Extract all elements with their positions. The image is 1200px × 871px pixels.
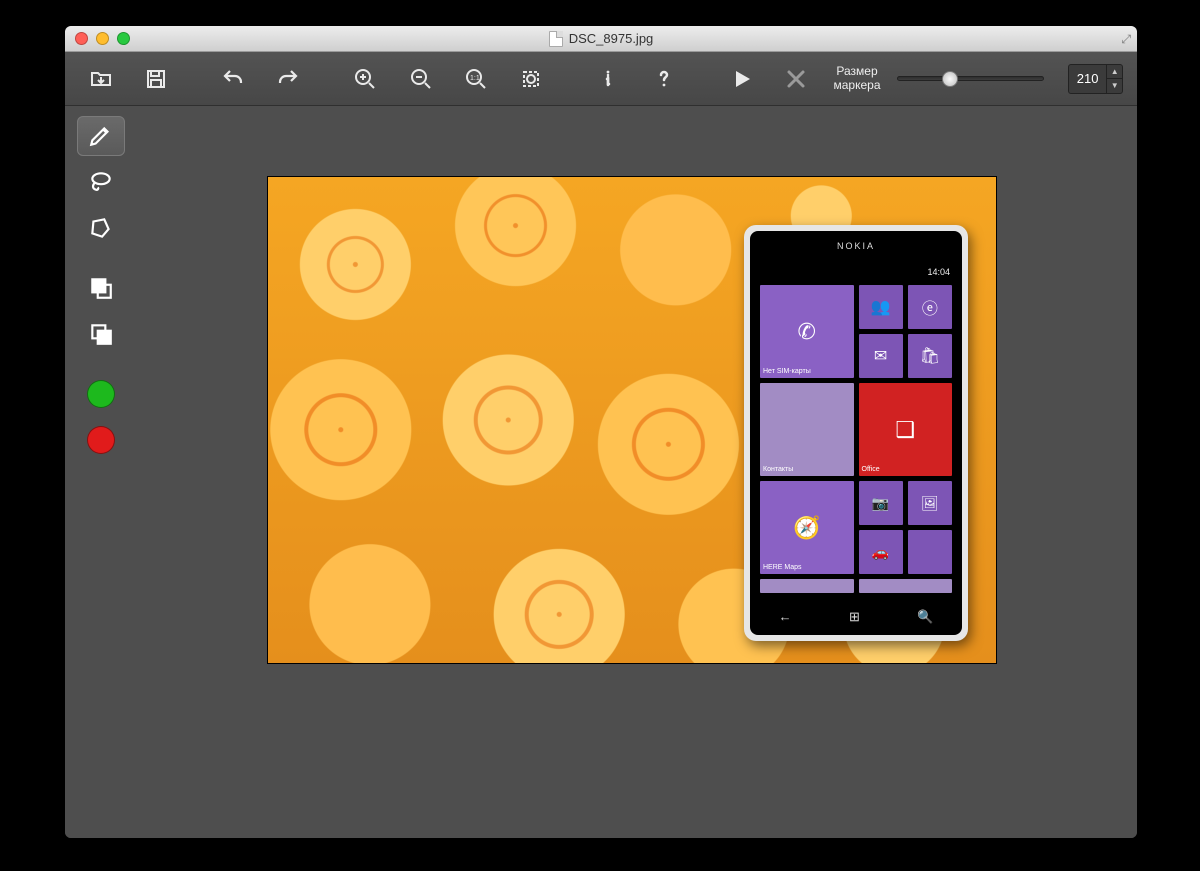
window-controls [65, 32, 130, 45]
redo-button[interactable] [267, 61, 310, 97]
help-button[interactable] [642, 61, 685, 97]
phone-tile-people: 👥 [859, 285, 903, 329]
polygon-tool[interactable] [77, 208, 125, 248]
marker-size-stepper[interactable]: 210 ▲ ▼ [1068, 64, 1123, 94]
phone-tile-photos: 🖼 [908, 481, 952, 525]
phone-time-label: 14:04 [927, 267, 950, 277]
marker-size-label: Размер маркера [830, 65, 885, 93]
window-title: DSC_8975.jpg [569, 31, 654, 46]
fit-screen-button[interactable] [510, 61, 553, 97]
phone-tile-mail: ✉ [859, 334, 903, 378]
info-button[interactable] [587, 61, 630, 97]
marker-tool[interactable] [77, 116, 125, 156]
minimize-window-button[interactable] [96, 32, 109, 45]
office-icon: ❑ [859, 383, 953, 476]
mail-icon: ✉ [859, 334, 903, 378]
store-icon: 🛍 [908, 334, 952, 378]
car-icon: 🚗 [859, 530, 903, 574]
file-icon [549, 31, 563, 47]
lasso-tool[interactable] [77, 162, 125, 202]
save-button[interactable] [134, 61, 177, 97]
stepper-down-icon[interactable]: ▼ [1107, 79, 1122, 93]
compass-icon: 🧭 [760, 481, 854, 574]
phone-tile-contacts: Контакты [760, 383, 854, 476]
cancel-button[interactable] [774, 61, 817, 97]
svg-text:1:1: 1:1 [470, 75, 480, 82]
top-toolbar: 1:1 Размер маркера 210 ▲ ▼ [65, 52, 1137, 106]
title-bar: DSC_8975.jpg ⤢ [65, 26, 1137, 52]
phone-brand-label: NOKIA [750, 241, 962, 251]
image-canvas[interactable]: NOKIA 14:04 ✆ Нет SIM-карты 👥 ⓔ ✉ 🛍 [267, 176, 997, 664]
marker-size-slider[interactable] [897, 70, 1044, 88]
zoom-out-button[interactable] [399, 61, 442, 97]
fullscreen-icon[interactable]: ⤢ [1121, 32, 1131, 47]
mask-show-tool[interactable] [77, 268, 125, 308]
close-window-button[interactable] [75, 32, 88, 45]
mask-hide-tool[interactable] [77, 314, 125, 354]
phone-tile-maps: 🧭 HERE Maps [760, 481, 854, 574]
foreground-color[interactable] [77, 374, 125, 414]
phone-tile-camera: 📷 [859, 481, 903, 525]
zoom-window-button[interactable] [117, 32, 130, 45]
ie-icon: ⓔ [908, 285, 952, 329]
phone-nav-bar: ← ⊞ 🔍 [750, 609, 962, 625]
phone-tile-extra [908, 530, 952, 574]
marker-size-value: 210 [1069, 65, 1106, 93]
phone-tile-ie: ⓔ [908, 285, 952, 329]
zoom-actual-button[interactable]: 1:1 [454, 61, 497, 97]
people-icon: 👥 [859, 285, 903, 329]
background-color[interactable] [77, 420, 125, 460]
camera-icon: 📷 [859, 481, 903, 525]
phone-tile-office: ❑ Office [859, 383, 953, 476]
windows-icon: ⊞ [849, 609, 860, 625]
phone-tile-strip-2 [859, 579, 953, 593]
stepper-up-icon[interactable]: ▲ [1107, 65, 1122, 80]
phone-icon: ✆ [760, 285, 854, 378]
back-icon: ← [779, 609, 792, 625]
zoom-in-button[interactable] [344, 61, 387, 97]
phone-tile-drive: 🚗 [859, 530, 903, 574]
image-content-phone: NOKIA 14:04 ✆ Нет SIM-карты 👥 ⓔ ✉ 🛍 [744, 225, 968, 641]
phone-tile-store: 🛍 [908, 334, 952, 378]
phone-tiles: ✆ Нет SIM-карты 👥 ⓔ ✉ 🛍 Контакты [760, 285, 952, 587]
app-window: DSC_8975.jpg ⤢ 1:1 [65, 26, 1137, 838]
side-toolbar [65, 106, 137, 838]
phone-tile-phone: ✆ Нет SIM-карты [760, 285, 854, 378]
search-icon: 🔍 [917, 609, 933, 625]
play-button[interactable] [719, 61, 762, 97]
phone-tile-strip-1 [760, 579, 854, 593]
canvas-area[interactable]: NOKIA 14:04 ✆ Нет SIM-карты 👥 ⓔ ✉ 🛍 [137, 106, 1137, 838]
open-button[interactable] [79, 61, 122, 97]
picture-icon: 🖼 [908, 481, 952, 525]
undo-button[interactable] [211, 61, 254, 97]
